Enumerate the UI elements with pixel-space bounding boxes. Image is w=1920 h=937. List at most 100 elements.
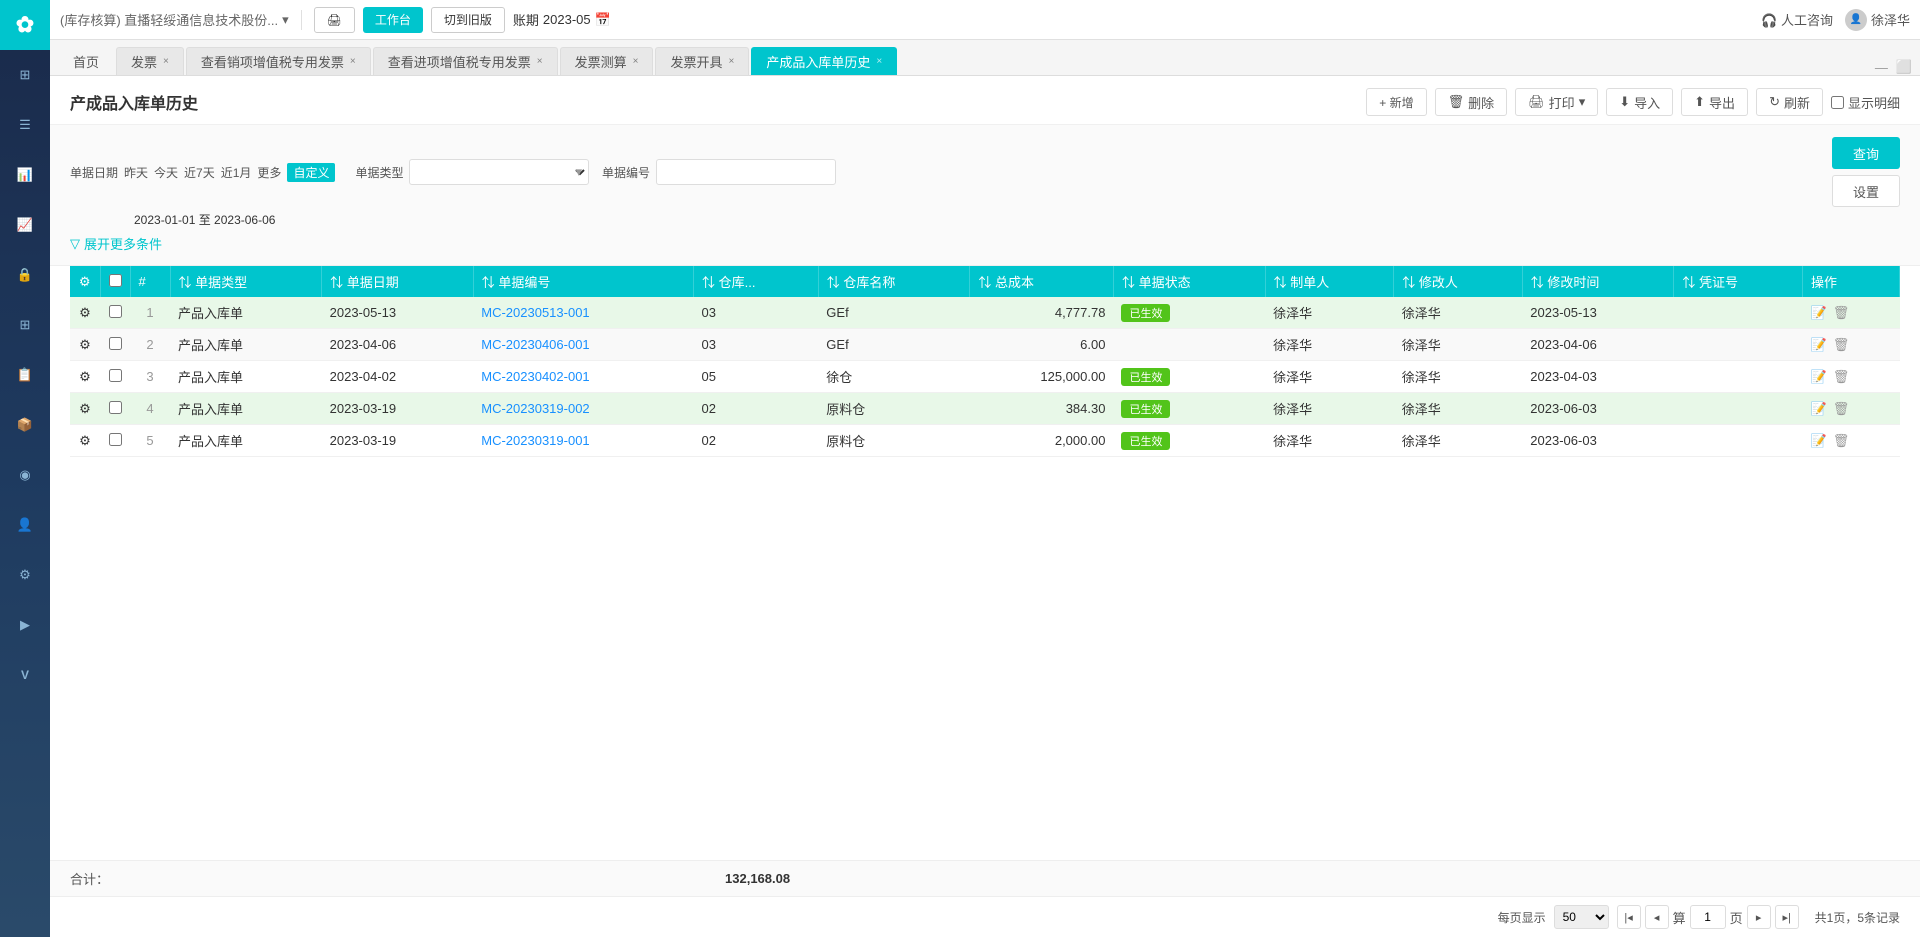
export-button[interactable]: ⬆ 导出	[1681, 88, 1748, 116]
row-number[interactable]: MC-20230319-001	[473, 425, 693, 457]
total-cost-col-header[interactable]: ⇅ 总成本	[970, 266, 1114, 297]
row-checkbox-input[interactable]	[109, 401, 122, 414]
row-number[interactable]: MC-20230319-002	[473, 393, 693, 425]
support-button[interactable]: 🎧 人工咨询	[1761, 10, 1833, 29]
row-checkbox-input[interactable]	[109, 305, 122, 318]
row-number-link[interactable]: MC-20230319-002	[481, 401, 589, 416]
row-delete-icon[interactable]: 🗑	[1833, 369, 1850, 385]
period-calendar-icon[interactable]: 📅	[595, 12, 611, 28]
settings-col-header[interactable]: ⚙	[70, 266, 100, 297]
row-settings[interactable]: ⚙	[70, 361, 100, 393]
number-input[interactable]	[656, 159, 836, 185]
row-settings[interactable]: ⚙	[70, 329, 100, 361]
row-edit-icon[interactable]: 📝	[1811, 305, 1827, 321]
tab-invoice-open-close[interactable]: ×	[728, 56, 734, 67]
row-checkbox[interactable]	[100, 329, 130, 361]
sidebar-item-settings[interactable]: ⚙	[0, 550, 50, 600]
prev-version-button[interactable]: 切到旧版	[431, 7, 505, 33]
row-checkbox[interactable]	[100, 297, 130, 329]
row-checkbox[interactable]	[100, 425, 130, 457]
tab-invoice[interactable]: 发票 ×	[116, 47, 184, 75]
status-col-header[interactable]: ⇅ 单据状态	[1113, 266, 1265, 297]
tab-product-inbound-close[interactable]: ×	[876, 56, 882, 67]
tab-invoice-close[interactable]: ×	[163, 56, 169, 67]
row-checkbox-input[interactable]	[109, 433, 122, 446]
tab-maximize-icon[interactable]: ⬜	[1896, 59, 1912, 75]
user-menu[interactable]: 👤 徐泽华	[1845, 9, 1910, 31]
date-custom[interactable]: 自定义	[287, 163, 335, 182]
last-page-button[interactable]: ▸|	[1775, 905, 1799, 929]
date-more[interactable]: 更多	[257, 164, 281, 181]
table-container[interactable]: ⚙ # ⇅ 单据类型 ⇅ 单据日期 ⇅ 单据编号	[50, 266, 1920, 860]
row-edit-icon[interactable]: 📝	[1811, 369, 1827, 385]
tab-invoice-open[interactable]: 发票开具 ×	[655, 47, 749, 75]
tab-invoice-calc-close[interactable]: ×	[633, 56, 639, 67]
first-page-button[interactable]: |◂	[1617, 905, 1641, 929]
show-detail-checkbox[interactable]	[1831, 96, 1844, 109]
page-number-input[interactable]	[1690, 905, 1726, 929]
row-number-link[interactable]: MC-20230319-001	[481, 433, 589, 448]
query-button[interactable]: 查询	[1832, 137, 1900, 169]
row-settings[interactable]: ⚙	[70, 297, 100, 329]
modifier-col-header[interactable]: ⇅ 修改人	[1394, 266, 1523, 297]
tab-sales-vat[interactable]: 查看销项增值税专用发票 ×	[186, 47, 371, 75]
row-number[interactable]: MC-20230513-001	[473, 297, 693, 329]
sidebar-item-version[interactable]: V	[0, 650, 50, 700]
voucher-col-header[interactable]: ⇅ 凭证号	[1674, 266, 1803, 297]
sidebar-item-people[interactable]: 👤	[0, 500, 50, 550]
row-checkbox[interactable]	[100, 393, 130, 425]
sidebar-item-docs[interactable]: ☰	[0, 100, 50, 150]
row-edit-icon[interactable]: 📝	[1811, 401, 1827, 417]
sidebar-item-inventory[interactable]: 📦	[0, 400, 50, 450]
row-edit-icon[interactable]: 📝	[1811, 433, 1827, 449]
show-detail-checkbox-label[interactable]: 显示明细	[1831, 93, 1900, 112]
tab-input-vat[interactable]: 查看进项增值税专用发票 ×	[373, 47, 558, 75]
sidebar-item-stamp[interactable]: ◉	[0, 450, 50, 500]
row-delete-icon[interactable]: 🗑	[1833, 337, 1850, 353]
print-icon[interactable]: 🖨	[314, 7, 355, 33]
sidebar-item-org[interactable]: ⊞	[0, 300, 50, 350]
refresh-button[interactable]: ↻ 刷新	[1756, 88, 1823, 116]
tab-product-inbound[interactable]: 产成品入库单历史 ×	[751, 47, 897, 75]
sidebar-item-lock[interactable]: 🔒	[0, 250, 50, 300]
warehouse-name-col-header[interactable]: ⇅ 仓库名称	[818, 266, 970, 297]
row-settings[interactable]: ⚙	[70, 393, 100, 425]
row-checkbox[interactable]	[100, 361, 130, 393]
select-all-checkbox[interactable]	[109, 274, 122, 287]
page-size-select[interactable]: 20 50 100	[1554, 905, 1609, 929]
warehouse-code-col-header[interactable]: ⇅ 仓库...	[694, 266, 819, 297]
sidebar-item-home[interactable]: ⊞	[0, 50, 50, 100]
type-select[interactable]	[409, 159, 589, 185]
row-number[interactable]: MC-20230402-001	[473, 361, 693, 393]
expand-more-button[interactable]: ▽ 展开更多条件	[70, 234, 1900, 253]
prev-page-button[interactable]: ◂	[1645, 905, 1669, 929]
row-edit-icon[interactable]: 📝	[1811, 337, 1827, 353]
tab-sales-vat-close[interactable]: ×	[350, 56, 356, 67]
date-7days[interactable]: 近7天	[184, 164, 215, 181]
next-page-button[interactable]: ▸	[1747, 905, 1771, 929]
date-1month[interactable]: 近1月	[221, 164, 252, 181]
delete-button[interactable]: 🗑 删除	[1435, 88, 1508, 116]
row-number-link[interactable]: MC-20230402-001	[481, 369, 589, 384]
sidebar-item-media[interactable]: ▶	[0, 600, 50, 650]
print-button[interactable]: 🖨 打印 ▾	[1515, 88, 1598, 116]
row-delete-icon[interactable]: 🗑	[1833, 401, 1850, 417]
company-selector[interactable]: (库存核算) 直播轻绥通信息技术股份... ▾	[60, 10, 289, 29]
sidebar-item-book[interactable]: 📋	[0, 350, 50, 400]
row-delete-icon[interactable]: 🗑	[1833, 305, 1850, 321]
tab-home[interactable]: 首页	[58, 47, 114, 75]
checkbox-col-header[interactable]	[100, 266, 130, 297]
sidebar-item-chart[interactable]: 📊	[0, 150, 50, 200]
tab-invoice-calc[interactable]: 发票测算 ×	[560, 47, 654, 75]
tab-minimize-icon[interactable]: —	[1875, 60, 1888, 75]
row-number-link[interactable]: MC-20230406-001	[481, 337, 589, 352]
creator-col-header[interactable]: ⇅ 制单人	[1265, 266, 1394, 297]
row-delete-icon[interactable]: 🗑	[1833, 433, 1850, 449]
row-settings[interactable]: ⚙	[70, 425, 100, 457]
row-checkbox-input[interactable]	[109, 369, 122, 382]
workbench-button[interactable]: 工作台	[363, 7, 423, 33]
add-button[interactable]: + 新增	[1366, 88, 1426, 116]
import-button[interactable]: ⬇ 导入	[1606, 88, 1673, 116]
date-yesterday[interactable]: 昨天	[124, 164, 148, 181]
row-number-link[interactable]: MC-20230513-001	[481, 305, 589, 320]
